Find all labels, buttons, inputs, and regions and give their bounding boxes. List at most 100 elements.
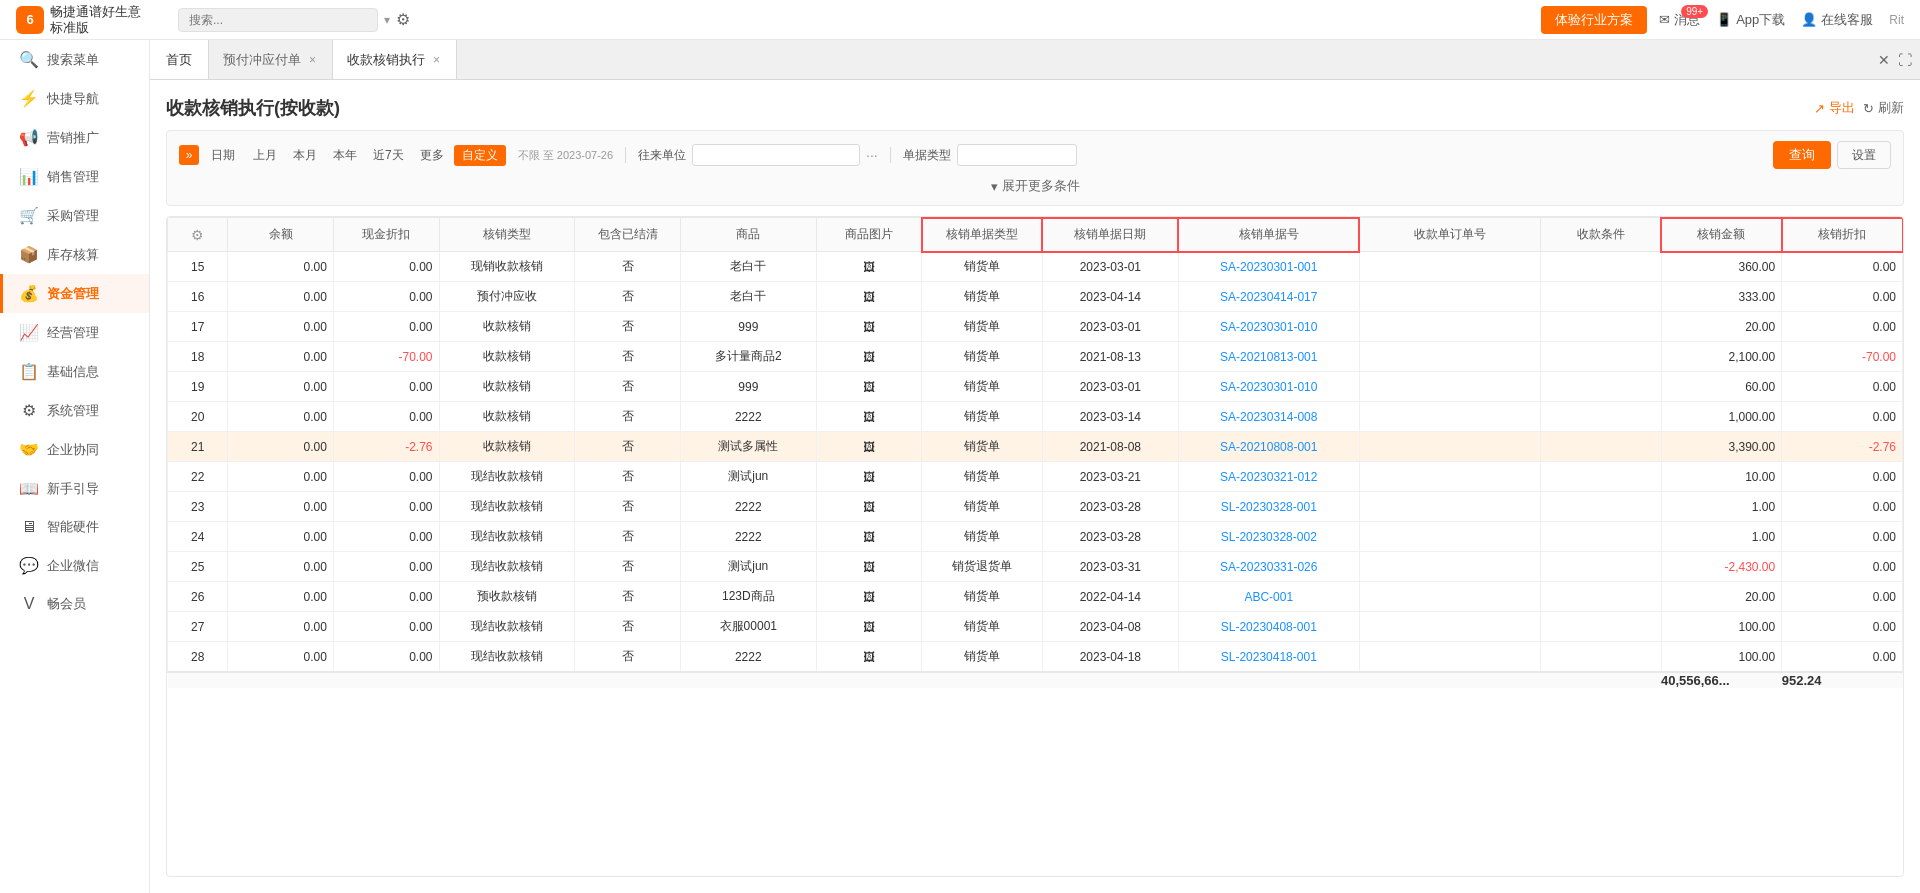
- service-icon: 👤: [1801, 12, 1817, 27]
- tab-receipt-cancel[interactable]: 收款核销执行 ×: [333, 40, 457, 79]
- sidebar-item-finance[interactable]: 💰 资金管理: [0, 274, 149, 313]
- sidebar-item-wechat[interactable]: 💬 企业微信: [0, 546, 149, 585]
- cell-cancel-amount: 1.00: [1661, 522, 1782, 552]
- cell-cancel-bill-date: 2023-03-01: [1042, 372, 1178, 402]
- sidebar-item-collaboration[interactable]: 🤝 企业协同: [0, 430, 149, 469]
- from-unit-input[interactable]: [692, 144, 860, 166]
- cell-cancel-bill-no[interactable]: SA-20210808-001: [1178, 432, 1359, 462]
- date-btn-custom[interactable]: 自定义: [454, 145, 506, 166]
- cell-cancel-discount: 0.00: [1782, 462, 1903, 492]
- cell-cancel-bill-no[interactable]: SA-20230301-010: [1178, 312, 1359, 342]
- cell-goods-img: 🖼: [816, 282, 922, 312]
- sidebar-item-quick-nav[interactable]: ⚡ 快捷导航: [0, 79, 149, 118]
- cell-cancel-bill-no[interactable]: SA-20210813-001: [1178, 342, 1359, 372]
- cell-receipt-condition: [1540, 612, 1661, 642]
- sidebar-item-guide[interactable]: 📖 新手引导: [0, 469, 149, 508]
- date-range-display: 不限 至 2023-07-26: [518, 148, 613, 163]
- cell-cancel-type: 预收款核销: [439, 582, 575, 612]
- cell-balance: 0.00: [228, 282, 334, 312]
- cell-receipt-condition: [1540, 342, 1661, 372]
- cell-cash-discount: 0.00: [333, 582, 439, 612]
- sidebar-item-search[interactable]: 🔍 搜索菜单: [0, 40, 149, 79]
- cell-goods-img: 🖼: [816, 552, 922, 582]
- cell-cancel-bill-no[interactable]: SA-20230331-026: [1178, 552, 1359, 582]
- tab-receipt-cancel-close[interactable]: ×: [431, 51, 442, 69]
- table-settings-button[interactable]: 设置: [1837, 141, 1891, 169]
- th-settings[interactable]: ⚙: [168, 218, 228, 252]
- cell-settled: 否: [575, 342, 681, 372]
- user-name[interactable]: Rit: [1889, 13, 1904, 27]
- cell-cancel-bill-date: 2022-04-14: [1042, 582, 1178, 612]
- wechat-icon: 💬: [19, 556, 39, 575]
- industry-solution-button[interactable]: 体验行业方案: [1541, 6, 1647, 34]
- message-icon-item[interactable]: ✉ 消息 99+: [1659, 11, 1700, 29]
- date-btn-this-month[interactable]: 本月: [287, 145, 323, 166]
- date-btn-this-year[interactable]: 本年: [327, 145, 363, 166]
- cell-cancel-bill-no[interactable]: SL-20230408-001: [1178, 612, 1359, 642]
- cell-settled: 否: [575, 462, 681, 492]
- settings-icon[interactable]: ⚙: [396, 10, 410, 29]
- sidebar-label-membership: 畅会员: [47, 595, 86, 613]
- date-btn-more[interactable]: 更多: [414, 145, 450, 166]
- cell-cancel-bill-date: 2023-03-14: [1042, 402, 1178, 432]
- app-download-item[interactable]: 📱 App下载: [1716, 11, 1785, 29]
- export-button[interactable]: ↗ 导出: [1814, 99, 1855, 117]
- cell-cancel-bill-no[interactable]: SA-20230321-012: [1178, 462, 1359, 492]
- cell-cancel-bill-no[interactable]: SA-20230301-010: [1178, 372, 1359, 402]
- tab-prepay[interactable]: 预付冲应付单 ×: [209, 40, 333, 79]
- tab-home[interactable]: 首页: [150, 40, 209, 79]
- refresh-button[interactable]: ↻ 刷新: [1863, 99, 1904, 117]
- cell-cancel-amount: 3,390.00: [1661, 432, 1782, 462]
- brand-text: 畅捷通谱好生意 标准版: [50, 4, 141, 35]
- cell-cancel-bill-no[interactable]: SL-20230418-001: [1178, 642, 1359, 673]
- cell-goods: 999: [680, 372, 816, 402]
- cell-cancel-discount: 0.00: [1782, 552, 1903, 582]
- table-wrapper[interactable]: ⚙ 余额 现金折扣 核销类型 包含已结清 商品 商品图片 核销单据类型 核销单据…: [166, 216, 1904, 877]
- topbar-search-input[interactable]: [178, 8, 378, 32]
- sidebar-item-purchase[interactable]: 🛒 采购管理: [0, 196, 149, 235]
- cell-cash-discount: 0.00: [333, 252, 439, 282]
- tab-close-all-button[interactable]: ✕: [1878, 52, 1890, 68]
- tab-maximize-button[interactable]: ⛶: [1898, 52, 1912, 68]
- sidebar-item-basic-info[interactable]: 📋 基础信息: [0, 352, 149, 391]
- cell-cancel-discount: 0.00: [1782, 492, 1903, 522]
- sidebar-item-hardware[interactable]: 🖥 智能硬件: [0, 508, 149, 546]
- cell-balance: 0.00: [228, 312, 334, 342]
- hardware-icon: 🖥: [19, 518, 39, 536]
- sidebar-label-search: 搜索菜单: [47, 51, 99, 69]
- cell-cancel-bill-no[interactable]: SL-20230328-001: [1178, 492, 1359, 522]
- receipt-type-select[interactable]: [957, 144, 1077, 166]
- sidebar-item-system[interactable]: ⚙ 系统管理: [0, 391, 149, 430]
- filter-expand-arrow[interactable]: »: [179, 145, 199, 165]
- cell-cancel-bill-no[interactable]: ABC-001: [1178, 582, 1359, 612]
- date-btn-7days[interactable]: 近7天: [367, 145, 410, 166]
- query-button[interactable]: 查询: [1773, 141, 1831, 169]
- sidebar-item-membership[interactable]: V 畅会员: [0, 585, 149, 623]
- sidebar-item-sales[interactable]: 📊 销售管理: [0, 157, 149, 196]
- app-icon: 📱: [1716, 12, 1732, 27]
- search-chevron-icon[interactable]: ▾: [384, 13, 390, 27]
- online-service-item[interactable]: 👤 在线客服: [1801, 11, 1873, 29]
- sidebar-label-basic-info: 基础信息: [47, 363, 99, 381]
- th-goods: 商品: [680, 218, 816, 252]
- cell-cancel-bill-no[interactable]: SL-20230328-002: [1178, 522, 1359, 552]
- cell-cancel-bill-no[interactable]: SA-20230314-008: [1178, 402, 1359, 432]
- cell-goods: 多计量商品2: [680, 342, 816, 372]
- filter-divider-1: [625, 147, 626, 163]
- tab-prepay-close[interactable]: ×: [307, 51, 318, 69]
- sidebar-item-operations[interactable]: 📈 经营管理: [0, 313, 149, 352]
- cell-cancel-type: 收款核销: [439, 312, 575, 342]
- from-unit-dots[interactable]: ···: [866, 147, 878, 163]
- cell-goods: 测试jun: [680, 552, 816, 582]
- sidebar-item-inventory[interactable]: 📦 库存核算: [0, 235, 149, 274]
- sidebar-item-marketing[interactable]: 📢 营销推广: [0, 118, 149, 157]
- expand-more-button[interactable]: ▾ 展开更多条件: [991, 177, 1080, 195]
- cell-receipt-condition: [1540, 402, 1661, 432]
- cell-cancel-bill-no[interactable]: SA-20230301-001: [1178, 252, 1359, 282]
- cell-receipt-condition: [1540, 492, 1661, 522]
- cell-cash-discount: 0.00: [333, 492, 439, 522]
- cell-cancel-bill-no[interactable]: SA-20230414-017: [1178, 282, 1359, 312]
- date-btn-last-month[interactable]: 上月: [247, 145, 283, 166]
- cell-cancel-type: 收款核销: [439, 402, 575, 432]
- th-cancel-bill-type: 核销单据类型: [922, 218, 1043, 252]
